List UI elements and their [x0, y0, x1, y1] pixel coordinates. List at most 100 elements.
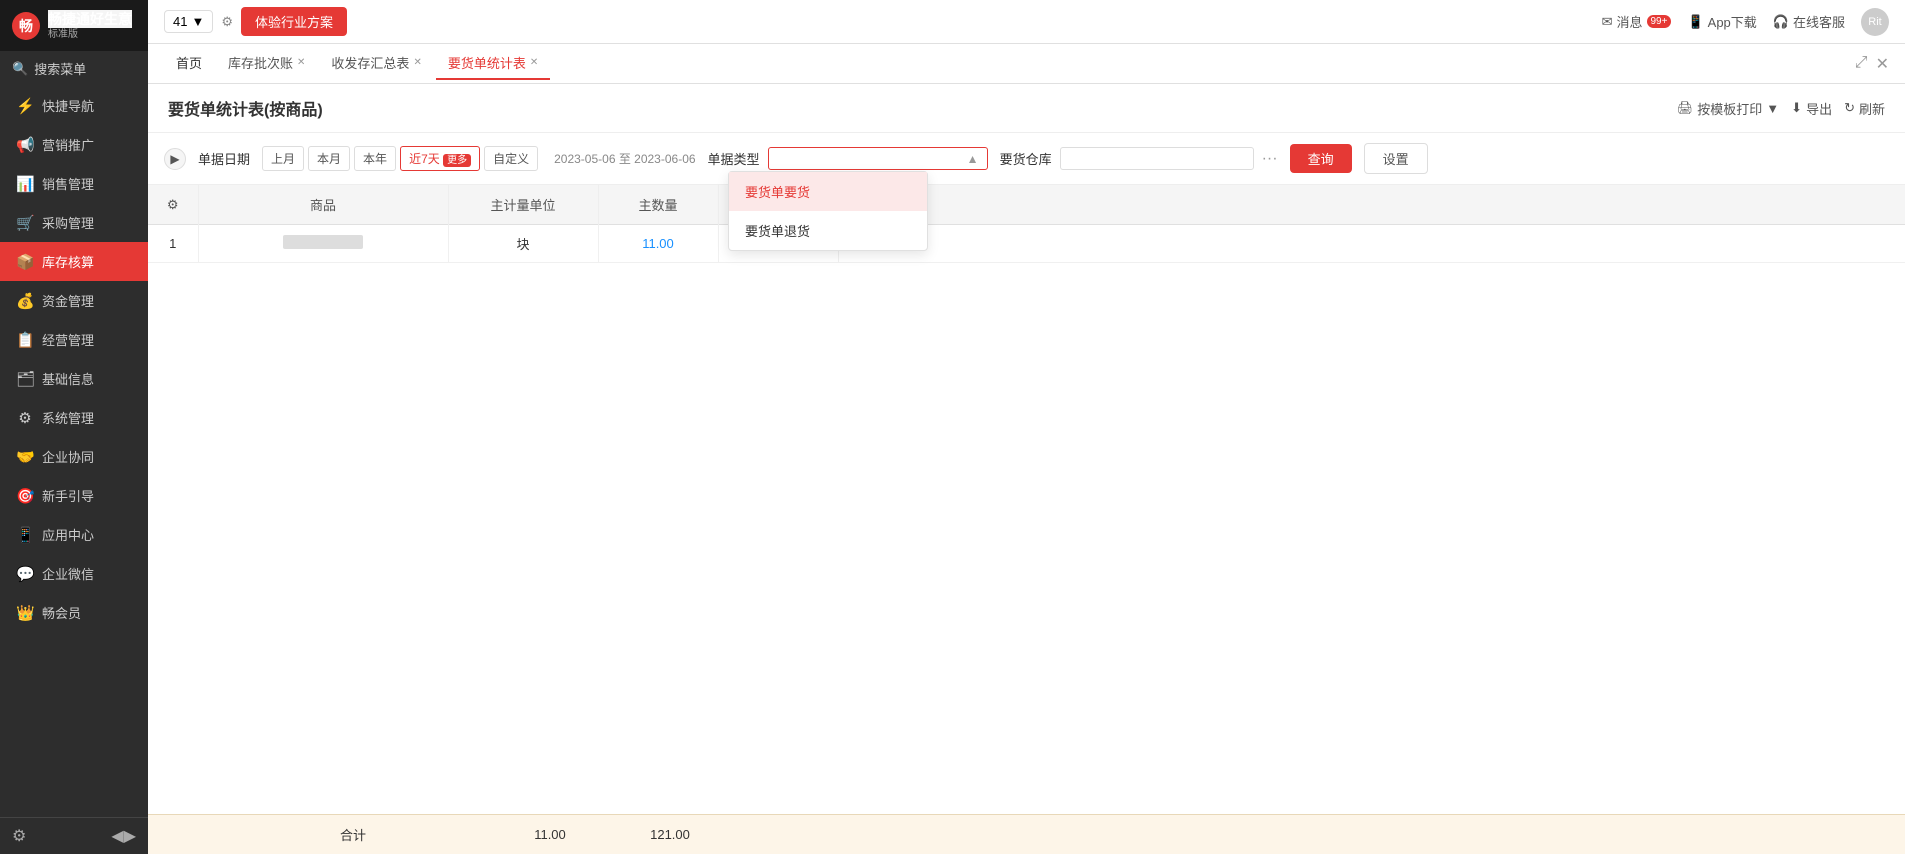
sidebar-item-app-center[interactable]: 📱 应用中心: [0, 515, 148, 554]
type-filter-input[interactable]: [777, 151, 967, 166]
refresh-icon: ↻: [1844, 100, 1855, 116]
messages-btn[interactable]: ✉ 消息 99+: [1602, 12, 1672, 31]
online-service-btn[interactable]: 🎧 在线客服: [1773, 12, 1845, 31]
refresh-label: 刷新: [1859, 99, 1885, 118]
sidebar-item-quick-nav[interactable]: ⚡ 快捷导航: [0, 86, 148, 125]
store-selector[interactable]: 41 ▼: [164, 10, 213, 33]
sidebar-item-guide[interactable]: 🎯 新手引导: [0, 476, 148, 515]
sidebar-item-member[interactable]: 👑 畅会员: [0, 593, 148, 632]
sidebar-item-sales[interactable]: 📊 销售管理: [0, 164, 148, 203]
export-label: 导出: [1806, 99, 1832, 118]
date-7days-label: 近7天: [409, 152, 440, 166]
col-settings-header[interactable]: ⚙: [148, 185, 198, 225]
row-no: 1: [148, 225, 198, 263]
date-curr-year[interactable]: 本年: [354, 146, 396, 171]
app-download-label: App下载: [1708, 12, 1757, 31]
tab-receipt-summary-close[interactable]: ✕: [413, 57, 421, 68]
page-header: 要货单统计表(按商品) 🖨 按模板打印 ▼ ⬇ 导出 ↻ 刷新: [148, 84, 1905, 133]
inventory-icon: 📦: [16, 253, 34, 271]
col-product-header: 商品: [198, 185, 448, 225]
dropdown-item-order-return[interactable]: 要货单退货: [729, 211, 927, 250]
sidebar-item-weixin[interactable]: 💬 企业微信: [0, 554, 148, 593]
sidebar-item-label: 企业协同: [42, 447, 94, 466]
sidebar-item-label: 畅会员: [42, 603, 81, 622]
warehouse-filter-label: 要货仓库: [1000, 149, 1052, 168]
tab-maximize-icon[interactable]: ⤢: [1855, 54, 1868, 74]
collapse-icon[interactable]: ◀▶: [111, 826, 136, 846]
sidebar-item-label: 营销推广: [42, 135, 94, 154]
table-row: 1 块 11.00 121.00: [148, 225, 1905, 263]
tab-order-stats-label: 要货单统计表: [448, 53, 526, 72]
filter-expand-button[interactable]: ▶: [164, 148, 186, 170]
warehouse-filter-input[interactable]: [1060, 147, 1254, 170]
messages-label: 消息: [1616, 12, 1642, 31]
type-filter-chevron-up[interactable]: ▲: [967, 152, 979, 166]
footer-total-label: 合计: [340, 828, 366, 843]
table-settings-button[interactable]: 设置: [1364, 143, 1428, 174]
online-service-label: 在线客服: [1793, 12, 1845, 31]
settings-bottom-icon[interactable]: ⚙: [12, 826, 26, 846]
tabs-bar: 首页 库存批次账 ✕ 收发存汇总表 ✕ 要货单统计表 ✕ ⤢ ✕: [148, 44, 1905, 84]
tab-receipt-summary[interactable]: 收发存汇总表 ✕: [319, 47, 433, 80]
sidebar-item-finance[interactable]: 💰 资金管理: [0, 281, 148, 320]
sidebar-item-purchase[interactable]: 🛒 采购管理: [0, 203, 148, 242]
search-icon: 🔍: [12, 61, 28, 77]
sidebar-search[interactable]: 🔍 搜索菜单: [0, 51, 148, 86]
sidebar-item-system[interactable]: ⚙ 系统管理: [0, 398, 148, 437]
sidebar-item-basic[interactable]: 🗂 基础信息: [0, 359, 148, 398]
sidebar-item-operation[interactable]: 📋 经营管理: [0, 320, 148, 359]
row-product: [198, 225, 448, 263]
tab-order-stats[interactable]: 要货单统计表 ✕: [436, 47, 550, 80]
filter-bar: ▶ 单据日期 上月 本月 本年 近7天 更多 自定义 2023-05-06 至 …: [148, 133, 1905, 185]
system-icon: ⚙: [16, 409, 34, 427]
headset-icon: 🎧: [1773, 14, 1789, 30]
date-prev-month[interactable]: 上月: [262, 146, 304, 171]
date-curr-month[interactable]: 本月: [308, 146, 350, 171]
query-button[interactable]: 查询: [1290, 144, 1352, 173]
sidebar-bottom: ⚙ ◀▶: [0, 817, 148, 854]
sidebar-item-label: 销售管理: [42, 174, 94, 193]
export-button[interactable]: ⬇ 导出: [1791, 99, 1832, 118]
tab-receipt-summary-label: 收发存汇总表: [331, 53, 409, 72]
phone-icon: 📱: [1687, 14, 1703, 30]
sidebar-item-enterprise[interactable]: 🤝 企业协同: [0, 437, 148, 476]
tab-batch-account[interactable]: 库存批次账 ✕: [216, 47, 317, 80]
print-button[interactable]: 🖨 按模板打印 ▼: [1677, 99, 1779, 118]
sidebar-item-label: 企业微信: [42, 564, 94, 583]
sidebar-item-label: 资金管理: [42, 291, 94, 310]
guide-icon: 🎯: [16, 487, 34, 505]
tab-home[interactable]: 首页: [164, 47, 214, 80]
sidebar-item-marketing[interactable]: 📢 营销推广: [0, 125, 148, 164]
finance-icon: 💰: [16, 292, 34, 310]
tab-order-stats-close[interactable]: ✕: [530, 57, 538, 68]
tab-batch-account-close[interactable]: ✕: [297, 57, 305, 68]
filter-more-icon[interactable]: ···: [1262, 150, 1278, 168]
sidebar-item-label: 经营管理: [42, 330, 94, 349]
date-custom[interactable]: 自定义: [484, 146, 538, 171]
user-avatar[interactable]: Rit: [1861, 8, 1889, 36]
dropdown-item-order-goods[interactable]: 要货单要货: [729, 172, 927, 211]
recent-badge: 更多: [443, 154, 471, 167]
messages-icon: ✉: [1602, 14, 1613, 30]
page-title: 要货单统计表(按商品): [168, 96, 323, 120]
logo-sub-text: 标准版: [48, 28, 132, 41]
refresh-button[interactable]: ↻ 刷新: [1844, 99, 1885, 118]
tab-close-all-icon[interactable]: ✕: [1876, 54, 1889, 74]
print-dropdown-icon: ▼: [1766, 101, 1779, 116]
logo-icon: 畅: [12, 12, 40, 40]
sidebar-item-label: 应用中心: [42, 525, 94, 544]
chevron-down-icon: ▼: [191, 14, 204, 29]
trial-button[interactable]: 体验行业方案: [241, 7, 347, 36]
sidebar-search-label: 搜索菜单: [34, 59, 86, 78]
app-center-icon: 📱: [16, 526, 34, 544]
type-filter-input-wrapper[interactable]: ▲: [768, 147, 988, 170]
type-filter-label: 单据类型: [708, 149, 760, 168]
sidebar-item-inventory[interactable]: 📦 库存核算: [0, 242, 148, 281]
settings-header-icon[interactable]: ⚙: [221, 14, 233, 30]
row-unit: 块: [448, 225, 598, 263]
type-dropdown-menu: 要货单要货 要货单退货: [728, 171, 928, 251]
app-download-btn[interactable]: 📱 App下载: [1687, 12, 1756, 31]
top-header: 41 ▼ ⚙ 体验行业方案 ✉ 消息 99+ 📱 App下载 🎧 在线客服 Ri…: [148, 0, 1905, 44]
store-id: 41: [173, 14, 187, 29]
date-7days[interactable]: 近7天 更多: [400, 146, 480, 171]
